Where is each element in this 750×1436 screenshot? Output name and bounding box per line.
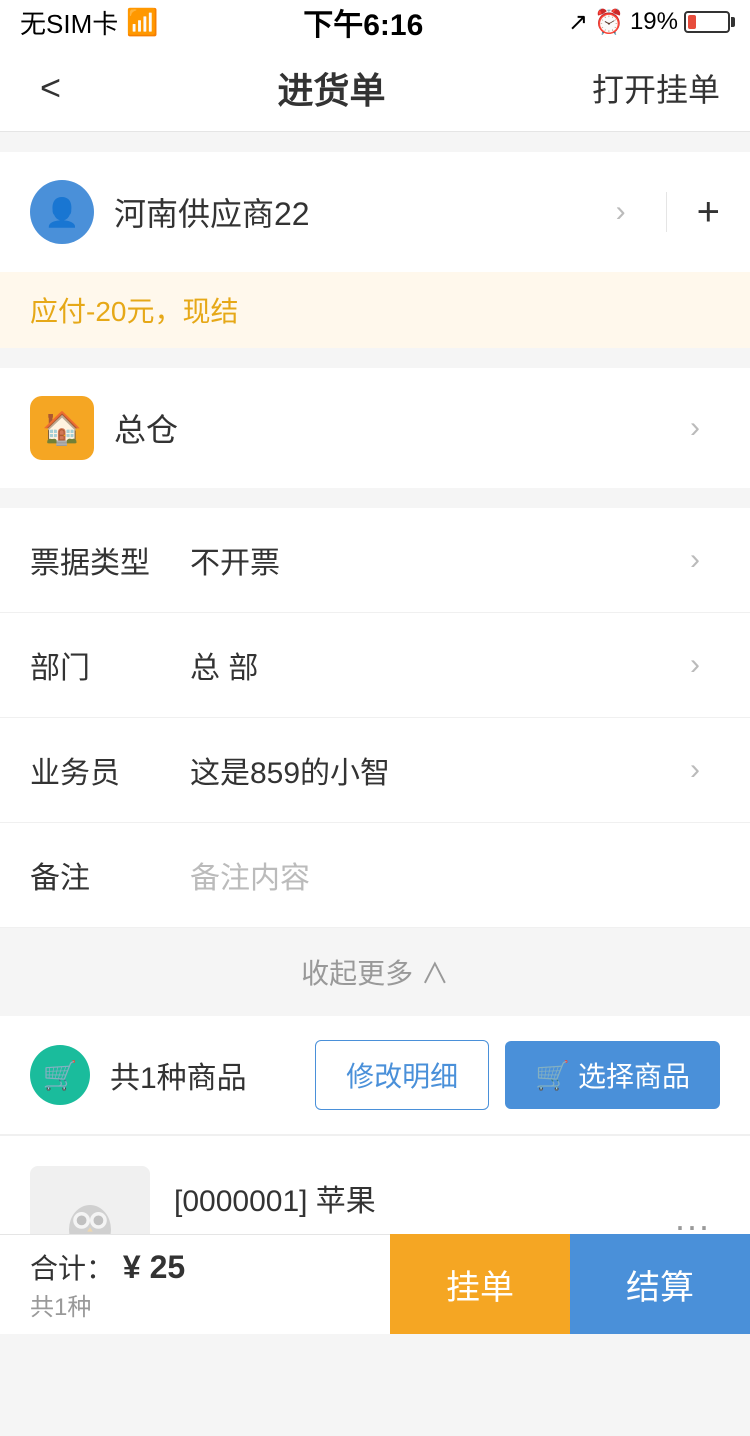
department-chevron-icon: › — [690, 648, 700, 682]
suspend-button[interactable]: 挂单 — [390, 1234, 570, 1334]
status-left: 无SIM卡 📶 — [20, 4, 159, 41]
cart-symbol: 🛒 — [43, 1059, 78, 1092]
supplier-row: 👤 河南供应商22 › + — [0, 152, 750, 272]
select-product-label: 选择商品 — [578, 1055, 690, 1095]
open-pending-button[interactable]: 打开挂单 — [592, 65, 720, 111]
invoice-type-row[interactable]: 票据类型 不开票 › — [0, 508, 750, 613]
wifi-icon: 📶 — [126, 7, 158, 38]
avatar-icon: 👤 — [45, 196, 80, 229]
remark-row[interactable]: 备注 备注内容 — [0, 823, 750, 928]
warehouse-chevron-icon: › — [690, 411, 700, 445]
carrier-label: 无SIM卡 — [20, 4, 118, 41]
battery-icon — [684, 11, 730, 33]
total-label: 合计： — [30, 1253, 114, 1284]
warehouse-icon: 🏠 — [30, 396, 94, 460]
divider-2 — [0, 488, 750, 508]
department-value: 总 部 — [170, 643, 690, 687]
product-code: [0000001] — [174, 1185, 316, 1218]
supplier-section: 👤 河南供应商22 › + 应付-20元，现结 — [0, 152, 750, 348]
warehouse-row[interactable]: 🏠 总仓 › — [0, 368, 750, 488]
salesperson-chevron-icon: › — [690, 753, 700, 787]
supplier-actions: › + — [616, 190, 720, 235]
collapse-bar[interactable]: 收起更多 ∧ — [0, 928, 750, 1016]
supplier-name: 河南供应商22 — [114, 189, 616, 235]
department-label: 部门 — [30, 643, 170, 687]
supplier-chevron-icon[interactable]: › — [616, 195, 626, 229]
alarm-icon: ⏰ — [594, 8, 624, 37]
product-title: 苹果 — [316, 1185, 376, 1218]
edit-detail-button[interactable]: 修改明细 — [315, 1040, 489, 1110]
supplier-avatar: 👤 — [30, 180, 94, 244]
select-product-button[interactable]: 🛒 选择商品 — [505, 1041, 720, 1109]
invoice-type-label: 票据类型 — [30, 538, 170, 582]
collapse-label: 收起更多 ∧ — [301, 958, 449, 989]
form-section: 票据类型 不开票 › 部门 总 部 › 业务员 这是859的小智 › 备注 备注… — [0, 508, 750, 928]
remark-input[interactable]: 备注内容 — [170, 853, 720, 897]
total-section: 合计： ¥ 25 共1种 — [0, 1234, 390, 1334]
invoice-type-value: 不开票 — [170, 538, 690, 582]
divider — [666, 192, 667, 232]
remark-label: 备注 — [30, 853, 170, 897]
salesperson-label: 业务员 — [30, 748, 170, 792]
divider-1 — [0, 348, 750, 368]
battery-percent: 19% — [630, 8, 678, 36]
status-bar: 无SIM卡 📶 下午6:16 ↗ ⏰ 19% — [0, 0, 750, 44]
total-amount: 合计： ¥ 25 — [30, 1247, 360, 1287]
invoice-chevron-icon: › — [690, 543, 700, 577]
top-divider — [0, 132, 750, 152]
nav-bar: < 进货单 打开挂单 — [0, 44, 750, 132]
settle-button[interactable]: 结算 — [570, 1234, 750, 1334]
page-title: 进货单 — [278, 62, 386, 114]
warehouse-name: 总仓 — [114, 405, 690, 451]
status-right: ↗ ⏰ 19% — [568, 8, 730, 37]
cart-icon: 🛒 — [30, 1045, 90, 1105]
add-supplier-button[interactable]: + — [697, 190, 720, 235]
department-row[interactable]: 部门 总 部 › — [0, 613, 750, 718]
house-icon: 🏠 — [42, 409, 82, 447]
payment-alert: 应付-20元，现结 — [0, 272, 750, 348]
product-name: [0000001] 苹果 — [174, 1176, 664, 1220]
back-button[interactable]: < — [30, 57, 71, 119]
bottom-spacer — [0, 1316, 750, 1436]
product-header: 🛒 共1种商品 修改明细 🛒 选择商品 — [0, 1016, 750, 1135]
salesperson-row[interactable]: 业务员 这是859的小智 › — [0, 718, 750, 823]
status-time: 下午6:16 — [303, 0, 423, 44]
salesperson-value: 这是859的小智 — [170, 748, 690, 792]
total-value: ¥ 25 — [123, 1249, 185, 1285]
product-count: 共1种商品 — [110, 1053, 315, 1097]
select-product-icon: 🛒 — [535, 1059, 570, 1092]
bottom-bar: 合计： ¥ 25 共1种 挂单 结算 — [0, 1234, 750, 1334]
total-sub: 共1种 — [30, 1287, 360, 1322]
location-icon: ↗ — [568, 8, 588, 37]
